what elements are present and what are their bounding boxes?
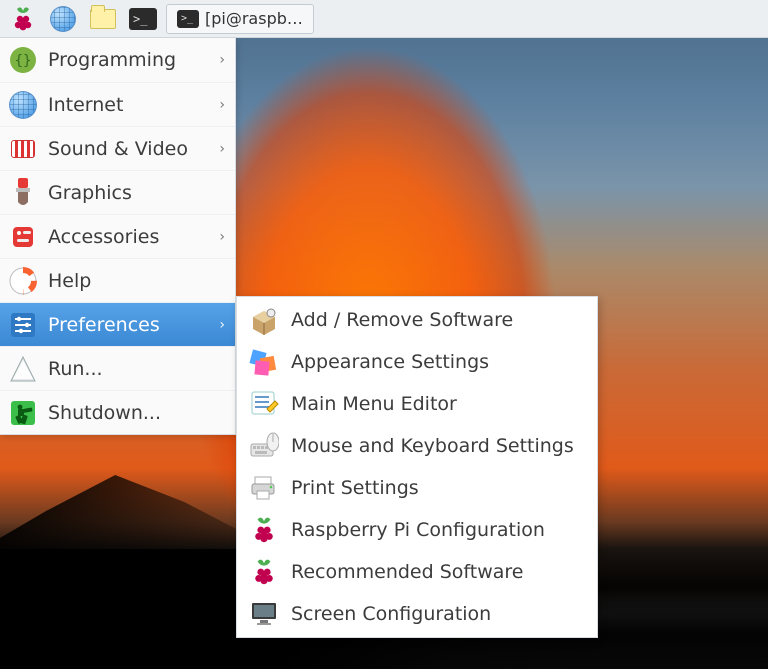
chevron-right-icon: ›: [219, 317, 225, 333]
taskbar-window-button[interactable]: >_ [pi@raspb…: [166, 4, 314, 34]
submenu-item-label: Main Menu Editor: [291, 393, 457, 415]
menu-item-label: Sound & Video: [48, 138, 188, 160]
menu-editor-icon: [249, 389, 279, 419]
run-icon: [8, 354, 38, 384]
web-browser-launcher[interactable]: [46, 3, 80, 35]
accessories-icon: [8, 222, 38, 252]
submenu-item-label: Raspberry Pi Configuration: [291, 519, 545, 541]
help-icon: [8, 266, 38, 296]
raspberry-icon: [11, 5, 35, 33]
menu-item-label: Shutdown...: [48, 402, 161, 424]
submenu-item-label: Print Settings: [291, 477, 419, 499]
menu-item-sound-video[interactable]: Sound & Video ›: [0, 126, 235, 170]
menu-item-label: Internet: [48, 94, 123, 116]
mouse-keyboard-icon: [249, 431, 279, 461]
preferences-icon: [8, 310, 38, 340]
submenu-item-label: Add / Remove Software: [291, 309, 513, 331]
menu-item-programming[interactable]: {} Programming ›: [0, 38, 235, 82]
submenu-item-print-settings[interactable]: Print Settings: [237, 467, 597, 509]
file-manager-launcher[interactable]: [86, 3, 120, 35]
chevron-right-icon: ›: [219, 141, 225, 157]
terminal-icon: >_: [129, 8, 157, 30]
folder-icon: [90, 9, 116, 29]
menu-item-accessories[interactable]: Accessories ›: [0, 214, 235, 258]
submenu-item-mouse-keyboard-settings[interactable]: Mouse and Keyboard Settings: [237, 425, 597, 467]
submenu-item-add-remove-software[interactable]: Add / Remove Software: [237, 299, 597, 341]
menu-item-preferences[interactable]: Preferences ›: [0, 302, 235, 346]
monitor-icon: [249, 599, 279, 629]
terminal-launcher[interactable]: >_: [126, 3, 160, 35]
svg-text:{}: {}: [15, 53, 32, 69]
programming-icon: {}: [8, 45, 38, 75]
menu-item-label: Preferences: [48, 314, 160, 336]
terminal-icon: >_: [177, 10, 199, 28]
sound-video-icon: [8, 134, 38, 164]
chevron-right-icon: ›: [219, 97, 225, 113]
raspberry-icon: [249, 515, 279, 545]
menu-item-shutdown[interactable]: Shutdown...: [0, 390, 235, 434]
shutdown-icon: [8, 398, 38, 428]
internet-icon: [8, 90, 38, 120]
globe-icon: [50, 6, 76, 32]
menu-item-internet[interactable]: Internet ›: [0, 82, 235, 126]
appearance-icon: [249, 347, 279, 377]
preferences-submenu: Add / Remove Software Appearance Setting…: [236, 296, 598, 638]
submenu-item-screen-configuration[interactable]: Screen Configuration: [237, 593, 597, 635]
submenu-item-label: Appearance Settings: [291, 351, 489, 373]
chevron-right-icon: ›: [219, 52, 225, 68]
menu-item-label: Accessories: [48, 226, 159, 248]
menu-item-label: Graphics: [48, 182, 132, 204]
submenu-item-main-menu-editor[interactable]: Main Menu Editor: [237, 383, 597, 425]
menu-item-help[interactable]: Help: [0, 258, 235, 302]
menu-item-label: Run...: [48, 358, 103, 380]
chevron-right-icon: ›: [219, 229, 225, 245]
submenu-item-raspberry-pi-configuration[interactable]: Raspberry Pi Configuration: [237, 509, 597, 551]
submenu-item-label: Mouse and Keyboard Settings: [291, 435, 574, 457]
start-menu-button[interactable]: [6, 3, 40, 35]
menu-item-label: Help: [48, 270, 91, 292]
menu-item-label: Programming: [48, 49, 176, 71]
submenu-item-recommended-software[interactable]: Recommended Software: [237, 551, 597, 593]
submenu-item-label: Screen Configuration: [291, 603, 491, 625]
taskbar-window-title: [pi@raspb…: [205, 9, 303, 28]
submenu-item-appearance-settings[interactable]: Appearance Settings: [237, 341, 597, 383]
menu-item-run[interactable]: Run...: [0, 346, 235, 390]
printer-icon: [249, 473, 279, 503]
taskbar: >_ >_ [pi@raspb…: [0, 0, 768, 38]
menu-item-graphics[interactable]: Graphics: [0, 170, 235, 214]
raspberry-icon: [249, 557, 279, 587]
graphics-icon: [8, 178, 38, 208]
application-menu: {} Programming › Internet › Sound & Vide…: [0, 38, 236, 435]
submenu-item-label: Recommended Software: [291, 561, 523, 583]
package-icon: [249, 305, 279, 335]
